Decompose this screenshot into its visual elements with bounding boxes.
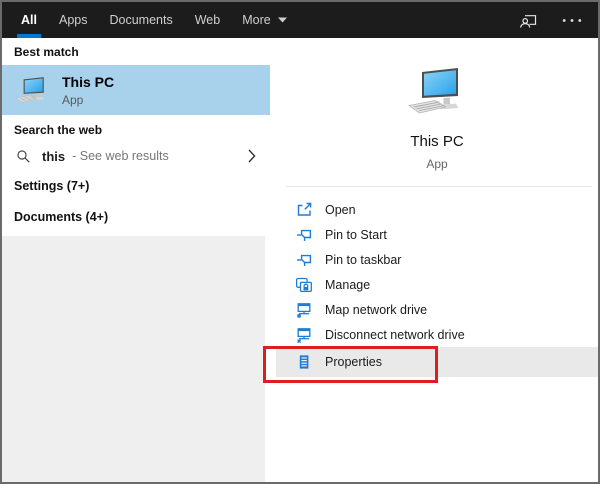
dropdown-caret-icon [277, 17, 287, 23]
action-disconnect-network-drive[interactable]: Disconnect network drive [276, 322, 598, 347]
search-results-body: Best match This PC App Search the web th… [2, 38, 598, 482]
action-open[interactable]: Open [276, 197, 598, 222]
tab-label: All [21, 13, 37, 27]
best-match-item-this-pc[interactable]: This PC App [2, 65, 270, 115]
action-label: Open [325, 202, 356, 217]
pin-icon [296, 227, 312, 243]
web-search-item[interactable]: this - See web results [2, 142, 270, 170]
preview-header: This PC App [276, 38, 598, 171]
manage-icon [296, 277, 312, 293]
action-label: Manage [325, 277, 371, 292]
this-pc-large-icon [405, 68, 469, 120]
windows-search-panel: All Apps Documents Web More Best match This [0, 0, 600, 484]
header-actions [519, 2, 598, 38]
action-label: Pin to taskbar [325, 252, 402, 267]
user-account-icon[interactable] [519, 12, 538, 29]
ellipsis-menu-icon[interactable] [562, 18, 582, 23]
search-icon [16, 149, 31, 164]
action-label: Disconnect network drive [325, 327, 465, 342]
settings-section-header[interactable]: Settings (7+) [2, 170, 270, 201]
action-label: Map network drive [325, 302, 428, 317]
open-icon [296, 202, 312, 218]
action-label: Properties [325, 355, 382, 369]
action-map-network-drive[interactable]: Map network drive [276, 297, 598, 322]
action-manage[interactable]: Manage [276, 272, 598, 297]
left-panel-filler [2, 236, 265, 482]
preview-subtitle: App [426, 157, 448, 171]
tab-label: Web [194, 13, 221, 27]
tab-all[interactable]: All [10, 2, 48, 38]
web-search-query: this [42, 148, 66, 164]
pin-icon [296, 252, 312, 268]
results-panel: Best match This PC App Search the web th… [2, 38, 270, 482]
tab-label: Apps [58, 13, 88, 27]
search-the-web-header: Search the web [14, 123, 103, 137]
tab-documents[interactable]: Documents [98, 2, 183, 38]
tab-bar: All Apps Documents Web More [2, 2, 298, 38]
action-pin-to-start[interactable]: Pin to Start [276, 222, 598, 247]
best-match-subtitle: App [62, 92, 84, 107]
preview-panel: This PC App Open Pin to Start Pin to taskb… [263, 38, 598, 482]
properties-icon [296, 354, 312, 370]
this-pc-icon [14, 76, 50, 104]
tab-apps[interactable]: Apps [48, 2, 99, 38]
tab-label: More [242, 13, 271, 27]
map-network-drive-icon [296, 302, 312, 318]
tab-web[interactable]: Web [184, 2, 231, 38]
best-match-header: Best match [14, 45, 79, 59]
tab-label: Documents [109, 13, 173, 27]
documents-section-header[interactable]: Documents (4+) [2, 201, 270, 232]
chevron-right-icon [248, 149, 256, 163]
context-actions-list: Open Pin to Start Pin to taskbar Manage Map … [263, 187, 598, 383]
disconnect-network-drive-icon [296, 327, 312, 343]
action-pin-to-taskbar[interactable]: Pin to taskbar [276, 247, 598, 272]
best-match-title: This PC [62, 73, 115, 90]
action-label: Pin to Start [325, 227, 387, 242]
search-filter-bar: All Apps Documents Web More [2, 2, 598, 38]
best-match-text: This PC App [62, 74, 114, 107]
action-properties[interactable]: Properties [263, 346, 598, 383]
tab-more[interactable]: More [231, 2, 297, 38]
preview-title: This PC [410, 133, 464, 150]
web-search-suffix: - See web results [72, 149, 169, 163]
